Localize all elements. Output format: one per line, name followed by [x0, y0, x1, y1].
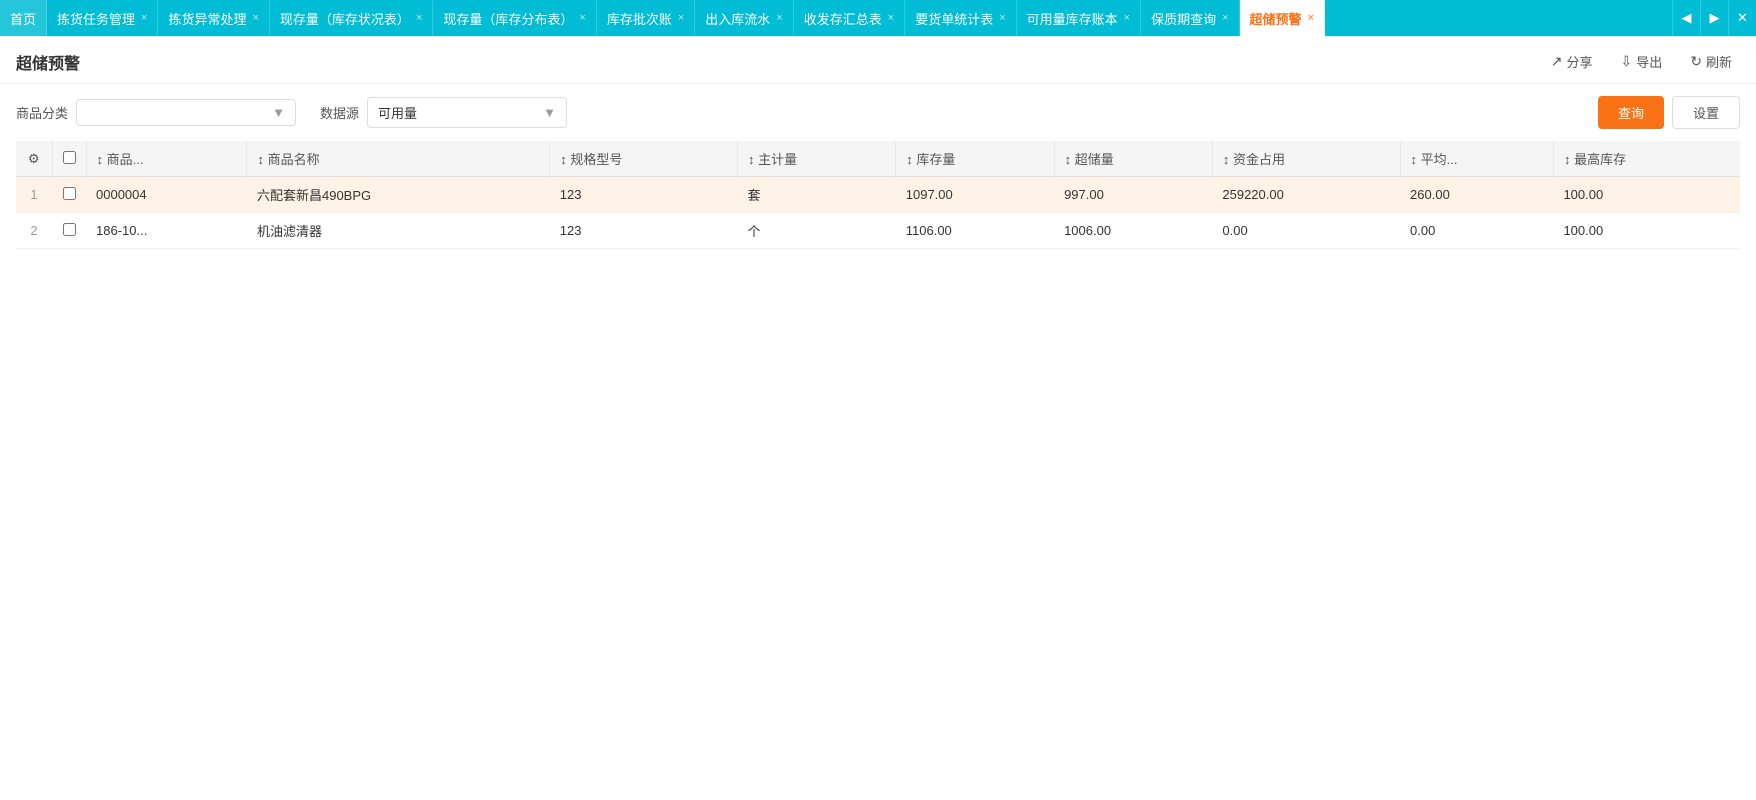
- category-chevron-icon: ▼: [272, 105, 285, 120]
- row-max-stock: 100.00: [1553, 213, 1740, 249]
- table-row: 2 186-10... 机油滤清器 123 个 1106.00 1006.00 …: [16, 213, 1740, 249]
- row-num: 2: [16, 213, 52, 249]
- page-title: 超储预警: [16, 50, 80, 74]
- row-overstock: 1006.00: [1054, 213, 1212, 249]
- nav-close-btn-9[interactable]: ×: [1124, 12, 1130, 24]
- row-avg: 0.00: [1400, 213, 1553, 249]
- nav-item-1[interactable]: 拣货任务管理×: [47, 0, 158, 36]
- row-code: 186-10...: [86, 213, 247, 249]
- share-icon: ↗: [1551, 53, 1563, 70]
- nav-close-btn-4[interactable]: ×: [579, 12, 585, 24]
- col-name: ↕ 商品名称: [247, 141, 550, 177]
- row-capital: 0.00: [1212, 213, 1400, 249]
- refresh-button[interactable]: ↻ 刷新: [1682, 48, 1740, 75]
- filter-area: 商品分类 ▼ 数据源 可用量 ▼ 查询 设置: [0, 84, 1756, 141]
- nav-close-all-arrow[interactable]: ✕: [1728, 0, 1756, 36]
- col-max-stock: ↕ 最高库存: [1553, 141, 1740, 177]
- nav-close-btn-6[interactable]: ×: [776, 12, 782, 24]
- col-avg: ↕ 平均...: [1400, 141, 1553, 177]
- nav-item-7[interactable]: 收发存汇总表×: [794, 0, 905, 36]
- filter-actions: 查询 设置: [1598, 96, 1740, 129]
- nav-close-btn-2[interactable]: ×: [252, 12, 258, 24]
- category-select[interactable]: ▼: [76, 99, 296, 126]
- row-stock: 1106.00: [896, 213, 1054, 249]
- table-body: 1 0000004 六配套新昌490BPG 123 套 1097.00 997.…: [16, 177, 1740, 249]
- row-checkbox-0[interactable]: [63, 187, 76, 200]
- row-checkbox-cell: [52, 177, 86, 213]
- col-gear: ⚙: [16, 141, 52, 177]
- export-button[interactable]: ⇩ 导出: [1613, 48, 1671, 75]
- col-checkbox: [52, 141, 86, 177]
- col-unit: ↕ 主计量: [737, 141, 895, 177]
- row-num: 1: [16, 177, 52, 213]
- gear-icon[interactable]: ⚙: [28, 151, 40, 166]
- refresh-icon: ↻: [1690, 53, 1702, 70]
- table-wrapper: ⚙ ↕ 商品... ↕ 商品名称 ↕ 规格型号: [0, 141, 1756, 249]
- row-name: 机油滤清器: [247, 213, 550, 249]
- nav-item-10[interactable]: 保质期查询×: [1141, 0, 1239, 36]
- category-label: 商品分类: [16, 103, 68, 122]
- row-checkbox-cell: [52, 213, 86, 249]
- data-table: ⚙ ↕ 商品... ↕ 商品名称 ↕ 规格型号: [16, 141, 1740, 249]
- nav-item-0[interactable]: 首页: [0, 0, 47, 36]
- nav-close-btn-11[interactable]: ×: [1308, 12, 1314, 24]
- nav-close-btn-5[interactable]: ×: [678, 12, 684, 24]
- nav-close-btn-8[interactable]: ×: [999, 12, 1005, 24]
- table-header: ⚙ ↕ 商品... ↕ 商品名称 ↕ 规格型号: [16, 141, 1740, 177]
- page-wrapper: 超储预警 ↗ 分享 ⇩ 导出 ↻ 刷新 商品分类 ▼ 数据源: [0, 36, 1756, 800]
- nav-item-2[interactable]: 拣货异常处理×: [158, 0, 269, 36]
- nav-close-btn-10[interactable]: ×: [1222, 12, 1228, 24]
- row-code: 0000004: [86, 177, 247, 213]
- row-capital: 259220.00: [1212, 177, 1400, 213]
- top-nav: 首页拣货任务管理×拣货异常处理×现存量（库存状况表）×现存量（库存分布表）×库存…: [0, 0, 1756, 36]
- row-unit: 个: [737, 213, 895, 249]
- nav-item-6[interactable]: 出入库流水×: [695, 0, 793, 36]
- nav-item-5[interactable]: 库存批次账×: [597, 0, 695, 36]
- col-capital: ↕ 资金占用: [1212, 141, 1400, 177]
- nav-item-8[interactable]: 要货单统计表×: [905, 0, 1016, 36]
- row-max-stock: 100.00: [1553, 177, 1740, 213]
- col-stock: ↕ 库存量: [896, 141, 1054, 177]
- nav-item-9[interactable]: 可用量库存账本×: [1017, 0, 1141, 36]
- nav-item-3[interactable]: 现存量（库存状况表）×: [270, 0, 433, 36]
- datasource-filter: 数据源 可用量 ▼: [320, 97, 567, 128]
- nav-close-btn-3[interactable]: ×: [416, 12, 422, 24]
- category-filter: 商品分类 ▼: [16, 99, 296, 126]
- share-button[interactable]: ↗ 分享: [1543, 48, 1601, 75]
- nav-item-11[interactable]: 超储预警×: [1240, 0, 1325, 36]
- nav-close-btn-1[interactable]: ×: [141, 12, 147, 24]
- row-spec: 123: [550, 213, 738, 249]
- settings-button[interactable]: 设置: [1672, 96, 1740, 129]
- col-spec: ↕ 规格型号: [550, 141, 738, 177]
- row-checkbox-1[interactable]: [63, 223, 76, 236]
- nav-item-4[interactable]: 现存量（库存分布表）×: [433, 0, 596, 36]
- query-button[interactable]: 查询: [1598, 96, 1664, 129]
- datasource-select[interactable]: 可用量 ▼: [367, 97, 567, 128]
- row-name: 六配套新昌490BPG: [247, 177, 550, 213]
- nav-close-btn-7[interactable]: ×: [888, 12, 894, 24]
- row-avg: 260.00: [1400, 177, 1553, 213]
- select-all-checkbox[interactable]: [63, 151, 76, 164]
- page-header: 超储预警 ↗ 分享 ⇩ 导出 ↻ 刷新: [0, 36, 1756, 84]
- nav-next-arrow[interactable]: ▶: [1700, 0, 1728, 36]
- col-code: ↕ 商品...: [86, 141, 247, 177]
- row-unit: 套: [737, 177, 895, 213]
- datasource-select-value: 可用量: [378, 103, 417, 122]
- export-icon: ⇩: [1621, 53, 1633, 70]
- datasource-chevron-icon: ▼: [543, 105, 556, 120]
- datasource-label: 数据源: [320, 103, 359, 122]
- header-actions: ↗ 分享 ⇩ 导出 ↻ 刷新: [1543, 48, 1740, 75]
- row-spec: 123: [550, 177, 738, 213]
- row-overstock: 997.00: [1054, 177, 1212, 213]
- table-row: 1 0000004 六配套新昌490BPG 123 套 1097.00 997.…: [16, 177, 1740, 213]
- row-stock: 1097.00: [896, 177, 1054, 213]
- col-overstock: ↕ 超储量: [1054, 141, 1212, 177]
- nav-prev-arrow[interactable]: ◀: [1672, 0, 1700, 36]
